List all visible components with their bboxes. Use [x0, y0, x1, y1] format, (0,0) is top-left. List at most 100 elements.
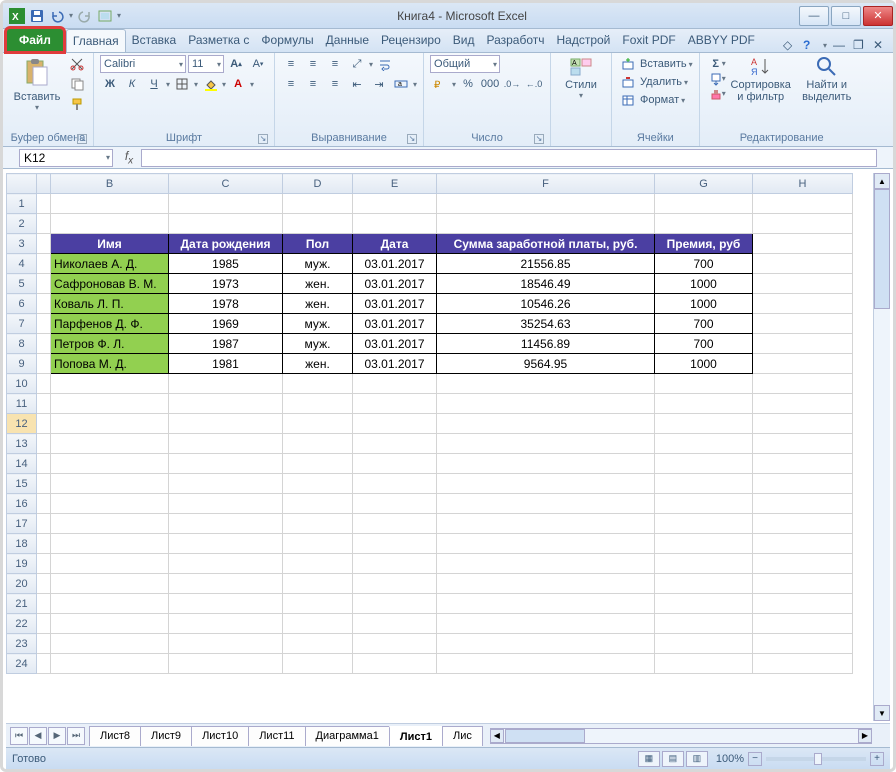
italic-icon[interactable]: К: [122, 75, 142, 93]
column-header[interactable]: C: [169, 174, 283, 194]
comma-icon[interactable]: 000: [480, 75, 500, 93]
ribbon-tab[interactable]: ABBYY PDF: [682, 29, 761, 52]
zoom-out-icon[interactable]: −: [748, 752, 762, 766]
sheet-nav-next-icon[interactable]: ▶: [48, 727, 66, 745]
row-header[interactable]: 9: [7, 354, 37, 374]
row-header[interactable]: 17: [7, 514, 37, 534]
qat-extra-icon[interactable]: [97, 8, 113, 24]
align-right-icon[interactable]: ≡: [325, 75, 345, 93]
qat-customize[interactable]: ▾: [117, 11, 121, 20]
row-header[interactable]: 13: [7, 434, 37, 454]
cut-icon[interactable]: [67, 55, 87, 73]
row-header[interactable]: 19: [7, 554, 37, 574]
increase-decimal-icon[interactable]: .0→: [502, 75, 522, 93]
align-left-icon[interactable]: ≡: [281, 75, 301, 93]
decrease-indent-icon[interactable]: ⇤: [347, 75, 367, 93]
decrease-font-icon[interactable]: A▾: [248, 55, 268, 73]
sheet-nav-prev-icon[interactable]: ◀: [29, 727, 47, 745]
redo-icon[interactable]: [77, 8, 93, 24]
row-header[interactable]: 3: [7, 234, 37, 254]
minimize-button[interactable]: —: [799, 6, 829, 26]
row-header[interactable]: 4: [7, 254, 37, 274]
orientation-icon[interactable]: ⤢: [347, 55, 367, 73]
decrease-decimal-icon[interactable]: ←.0: [524, 75, 544, 93]
ribbon-tab[interactable]: Формулы: [255, 29, 319, 52]
align-top-icon[interactable]: ≡: [281, 55, 301, 73]
sheet-tab[interactable]: Диаграмма1: [305, 726, 390, 746]
sheet-tab[interactable]: Лист8: [89, 726, 141, 746]
copy-icon[interactable]: [67, 75, 87, 93]
font-color-icon[interactable]: A: [228, 75, 248, 93]
paste-button[interactable]: Вставить▾: [9, 55, 65, 114]
find-select-button[interactable]: Найти и выделить: [796, 55, 858, 103]
undo-dropdown[interactable]: ▾: [69, 11, 73, 20]
row-header[interactable]: 12: [7, 414, 37, 434]
delete-cells-icon[interactable]: [618, 73, 638, 91]
row-header[interactable]: 16: [7, 494, 37, 514]
underline-icon[interactable]: Ч: [144, 75, 164, 93]
ribbon-tab[interactable]: Главная: [66, 29, 126, 52]
format-painter-icon[interactable]: [67, 95, 87, 113]
font-size-combo[interactable]: 11: [188, 55, 224, 73]
hscroll-thumb[interactable]: [505, 729, 585, 743]
vertical-scrollbar[interactable]: ▲ ▼: [873, 173, 890, 721]
bold-icon[interactable]: Ж: [100, 75, 120, 93]
row-header[interactable]: 10: [7, 374, 37, 394]
row-header[interactable]: 5: [7, 274, 37, 294]
doc-close-icon[interactable]: ✕: [873, 38, 887, 52]
scroll-up-icon[interactable]: ▲: [874, 173, 890, 189]
row-header[interactable]: 14: [7, 454, 37, 474]
row-header[interactable]: 1: [7, 194, 37, 214]
fx-icon[interactable]: fx: [117, 149, 141, 166]
column-header[interactable]: [37, 174, 51, 194]
column-header[interactable]: H: [753, 174, 853, 194]
merge-icon[interactable]: a: [391, 75, 411, 93]
row-header[interactable]: 20: [7, 574, 37, 594]
minimize-ribbon-icon[interactable]: ◇: [783, 38, 797, 52]
border-icon[interactable]: [172, 75, 192, 93]
doc-restore-icon[interactable]: ❐: [853, 38, 867, 52]
row-header[interactable]: 21: [7, 594, 37, 614]
ribbon-tab[interactable]: Разметка с: [182, 29, 255, 52]
formula-input[interactable]: [141, 149, 877, 167]
sheet-tab[interactable]: Лис: [442, 726, 483, 746]
save-icon[interactable]: [29, 8, 45, 24]
zoom-in-icon[interactable]: +: [870, 752, 884, 766]
sort-filter-button[interactable]: АЯ Сортировка и фильтр: [728, 55, 794, 103]
percent-icon[interactable]: %: [458, 75, 478, 93]
ribbon-tab[interactable]: Вид: [447, 29, 481, 52]
row-header[interactable]: 2: [7, 214, 37, 234]
font-name-combo[interactable]: Calibri: [100, 55, 186, 73]
ribbon-tab[interactable]: Данные: [320, 29, 375, 52]
row-header[interactable]: 23: [7, 634, 37, 654]
ribbon-tab[interactable]: Надстрой: [551, 29, 617, 52]
help-icon[interactable]: ?: [803, 38, 817, 52]
ribbon-tab[interactable]: Foxit PDF: [616, 29, 681, 52]
name-box[interactable]: K12: [19, 149, 113, 167]
row-header[interactable]: 11: [7, 394, 37, 414]
close-button[interactable]: ✕: [863, 6, 893, 26]
sheet-nav-last-icon[interactable]: ⏭: [67, 727, 85, 745]
file-tab[interactable]: Файл: [7, 29, 63, 51]
zoom-slider[interactable]: [766, 757, 866, 761]
currency-icon[interactable]: ₽: [430, 75, 450, 93]
align-center-icon[interactable]: ≡: [303, 75, 323, 93]
ribbon-tab[interactable]: Рецензиро: [375, 29, 447, 52]
row-header[interactable]: 7: [7, 314, 37, 334]
ribbon-tab[interactable]: Разработч: [480, 29, 550, 52]
row-header[interactable]: 22: [7, 614, 37, 634]
zoom-level[interactable]: 100%: [716, 753, 744, 765]
row-header[interactable]: 6: [7, 294, 37, 314]
column-header[interactable]: D: [283, 174, 353, 194]
sheet-tab[interactable]: Лист10: [191, 726, 249, 746]
align-bottom-icon[interactable]: ≡: [325, 55, 345, 73]
row-header[interactable]: 18: [7, 534, 37, 554]
sheet-tab[interactable]: Лист11: [248, 726, 305, 746]
ribbon-tab[interactable]: Вставка: [126, 29, 183, 52]
row-header[interactable]: 24: [7, 654, 37, 674]
page-break-view-icon[interactable]: ▥: [686, 751, 708, 767]
increase-font-icon[interactable]: A▴: [226, 55, 246, 73]
fill-color-icon[interactable]: [200, 75, 220, 93]
insert-cells-icon[interactable]: [618, 55, 638, 73]
page-layout-view-icon[interactable]: ▤: [662, 751, 684, 767]
